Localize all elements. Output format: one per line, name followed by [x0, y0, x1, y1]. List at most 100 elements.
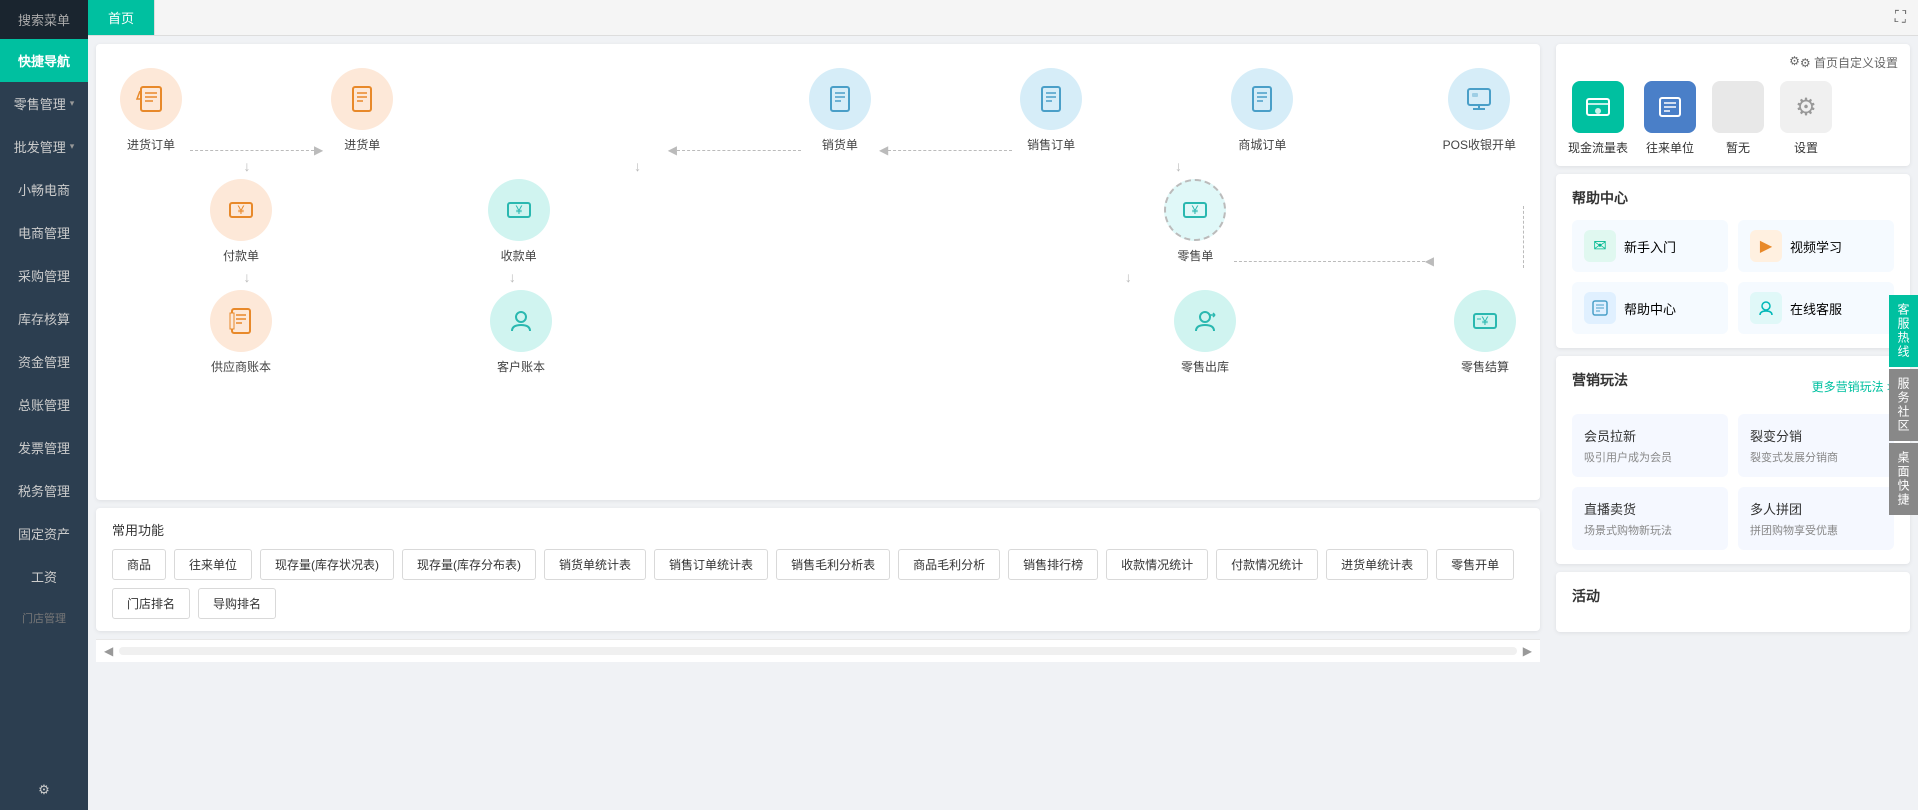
sidebar-item-label: 固定资产: [18, 524, 70, 543]
customize-settings-link[interactable]: ⚙ ⚙ 首页自定义设置: [1568, 54, 1898, 71]
settings-label: 设置: [1794, 139, 1818, 156]
flow-node-retail-outbound[interactable]: 零售出库: [1166, 286, 1244, 379]
func-btn-sales-rank[interactable]: 销售排行榜: [1008, 549, 1098, 580]
marketing-more-link[interactable]: 更多营销玩法 >: [1812, 378, 1894, 395]
sidebar-item-ecommerce-small[interactable]: 小畅电商: [0, 168, 88, 211]
float-btn-service[interactable]: 客服热线: [1889, 295, 1918, 367]
func-btn-guide-rank[interactable]: 导购排名: [198, 588, 276, 619]
func-btn-sales-order-summary[interactable]: 销售订单统计表: [654, 549, 768, 580]
sidebar-item-label: 批发管理: [14, 137, 66, 156]
help-item-video[interactable]: ▶ 视频学习: [1738, 220, 1894, 272]
cashflow-icon: [1572, 81, 1624, 133]
func-btn-retail-order[interactable]: 零售开单: [1436, 549, 1514, 580]
sidebar-item-ledger[interactable]: 总账管理: [0, 383, 88, 426]
help-item-chat[interactable]: 在线客服: [1738, 282, 1894, 334]
sidebar-item-wholesale[interactable]: 批发管理 ▾: [0, 125, 88, 168]
sidebar-item-store[interactable]: 门店管理: [0, 598, 88, 638]
func-btn-stock-dist[interactable]: 现存量(库存分布表): [402, 549, 536, 580]
flow-node-payment[interactable]: ¥ 付款单: [202, 175, 280, 268]
sidebar-item-tax[interactable]: 税务管理: [0, 469, 88, 512]
retail-bill-icon: ¥: [1164, 179, 1226, 241]
flow-node-retail-bill[interactable]: ¥ 零售单: [1156, 175, 1234, 268]
func-btn-product-margin[interactable]: 商品毛利分析: [898, 549, 1000, 580]
right-panel: ⚙ ⚙ 首页自定义设置 现金流量表 往来单位: [1548, 36, 1918, 810]
customer-account-label: 客户账本: [497, 358, 545, 375]
sidebar-item-invoice[interactable]: 发票管理: [0, 426, 88, 469]
content-row: 进货订单 ▶ 进货单: [88, 36, 1918, 810]
flow-node-retail-settlement[interactable]: ¥ 零售结算: [1446, 286, 1524, 379]
func-btn-sales-summary[interactable]: 销货单统计表: [544, 549, 646, 580]
float-btn-community[interactable]: 服务社区: [1889, 369, 1918, 441]
func-btn-receipt-stats[interactable]: 收款情况统计: [1106, 549, 1208, 580]
scroll-bar: ◀ ▶: [96, 639, 1540, 662]
sidebar-search[interactable]: 搜索菜单: [0, 0, 88, 39]
scroll-right-button[interactable]: ▶: [1523, 644, 1532, 658]
pos-label: POS收银开单: [1443, 136, 1516, 153]
receipt-icon: ¥: [488, 179, 550, 241]
purchase-order-label: 进货订单: [127, 136, 175, 153]
flow-node-purchase-bill[interactable]: 进货单: [323, 64, 401, 157]
help-item-beginner[interactable]: ✉ 新手入门: [1572, 220, 1728, 272]
scroll-track[interactable]: [119, 647, 1517, 655]
payment-icon: ¥: [210, 179, 272, 241]
flow-node-receipt[interactable]: ¥ 收款单: [480, 175, 558, 268]
sidebar-item-finance[interactable]: 资金管理: [0, 340, 88, 383]
sidebar-item-label: 库存核算: [18, 309, 70, 328]
func-btn-purchase-summary[interactable]: 进货单统计表: [1326, 549, 1428, 580]
group-desc: 拼团购物享受优惠: [1750, 522, 1882, 538]
quick-icon-empty[interactable]: 暂无: [1712, 81, 1764, 156]
sidebar-item-ecommerce-manage[interactable]: 电商管理: [0, 211, 88, 254]
help-item-helpcenter[interactable]: 帮助中心: [1572, 282, 1728, 334]
func-btn-partners[interactable]: 往来单位: [174, 549, 252, 580]
flow-node-pos[interactable]: POS收银开单: [1435, 64, 1524, 157]
marketing-item-group[interactable]: 多人拼团 拼团购物享受优惠: [1738, 487, 1894, 550]
sidebar-item-assets[interactable]: 固定资产: [0, 512, 88, 555]
flow-container: 进货订单 ▶ 进货单: [112, 64, 1524, 484]
sidebar-item-procurement[interactable]: 采购管理: [0, 254, 88, 297]
flow-node-customer-account[interactable]: 客户账本: [482, 286, 560, 379]
func-btn-payment-stats[interactable]: 付款情况统计: [1216, 549, 1318, 580]
marketing-card: 营销玩法 更多营销玩法 > 会员拉新 吸引用户成为会员 裂变分销 裂变式发展分销…: [1556, 356, 1910, 564]
help-center-title: 帮助中心: [1572, 188, 1894, 208]
gear-icon: ⚙: [38, 782, 50, 797]
flow-node-supplier-account[interactable]: 供应商账本: [202, 286, 280, 379]
sidebar-item-label: 总账管理: [18, 395, 70, 414]
func-btn-sales-margin[interactable]: 销售毛利分析表: [776, 549, 890, 580]
fullscreen-button[interactable]: ⛶: [1883, 9, 1918, 27]
marketing-item-live[interactable]: 直播卖货 场景式购物新玩法: [1572, 487, 1728, 550]
flow-card: 进货订单 ▶ 进货单: [96, 44, 1540, 500]
func-btn-store-rank[interactable]: 门店排名: [112, 588, 190, 619]
quick-icon-cashflow[interactable]: 现金流量表: [1568, 81, 1628, 156]
beginner-label: 新手入门: [1624, 237, 1676, 256]
retail-bill-label: 零售单: [1177, 247, 1213, 264]
float-btn-desktop[interactable]: 桌面快捷: [1889, 443, 1918, 515]
flow-node-sales-order[interactable]: 销售订单: [1012, 64, 1090, 157]
sidebar-item-salary[interactable]: 工资: [0, 555, 88, 598]
common-functions-title: 常用功能: [112, 520, 1524, 539]
sidebar-item-inventory[interactable]: 库存核算: [0, 297, 88, 340]
quick-access-card: ⚙ ⚙ 首页自定义设置 现金流量表 往来单位: [1556, 44, 1910, 166]
flow-node-purchase-order[interactable]: 进货订单: [112, 64, 190, 157]
tab-home[interactable]: 首页: [88, 0, 155, 35]
scroll-left-button[interactable]: ◀: [104, 644, 113, 658]
video-icon: ▶: [1750, 230, 1782, 262]
retail-settlement-label: 零售结算: [1461, 358, 1509, 375]
sidebar-item-retail[interactable]: 零售管理 ▾: [0, 82, 88, 125]
sidebar: 搜索菜单 快捷导航 零售管理 ▾ 批发管理 ▾ 小畅电商 电商管理 采购管理 库…: [0, 0, 88, 810]
marketing-item-fission[interactable]: 裂变分销 裂变式发展分销商: [1738, 414, 1894, 477]
quick-icon-partners[interactable]: 往来单位: [1644, 81, 1696, 156]
chat-icon: [1750, 292, 1782, 324]
quick-icon-settings[interactable]: ⚙ 设置: [1780, 81, 1832, 156]
sidebar-item-label: 资金管理: [18, 352, 70, 371]
sidebar-settings-button[interactable]: ⚙: [0, 770, 88, 810]
sidebar-quicknav[interactable]: 快捷导航: [0, 39, 88, 82]
marketing-item-member[interactable]: 会员拉新 吸引用户成为会员: [1572, 414, 1728, 477]
func-btn-product[interactable]: 商品: [112, 549, 166, 580]
common-functions-card: 常用功能 商品 往来单位 现存量(库存状况表) 现存量(库存分布表) 销货单统计…: [96, 508, 1540, 631]
flow-node-mall-order[interactable]: 商城订单: [1223, 64, 1301, 157]
group-title: 多人拼团: [1750, 499, 1882, 518]
func-btn-stock-status[interactable]: 现存量(库存状况表): [260, 549, 394, 580]
cashflow-label: 现金流量表: [1568, 139, 1628, 156]
flow-node-sales-bill[interactable]: 销货单: [801, 64, 879, 157]
settings-icon: ⚙: [1780, 81, 1832, 133]
